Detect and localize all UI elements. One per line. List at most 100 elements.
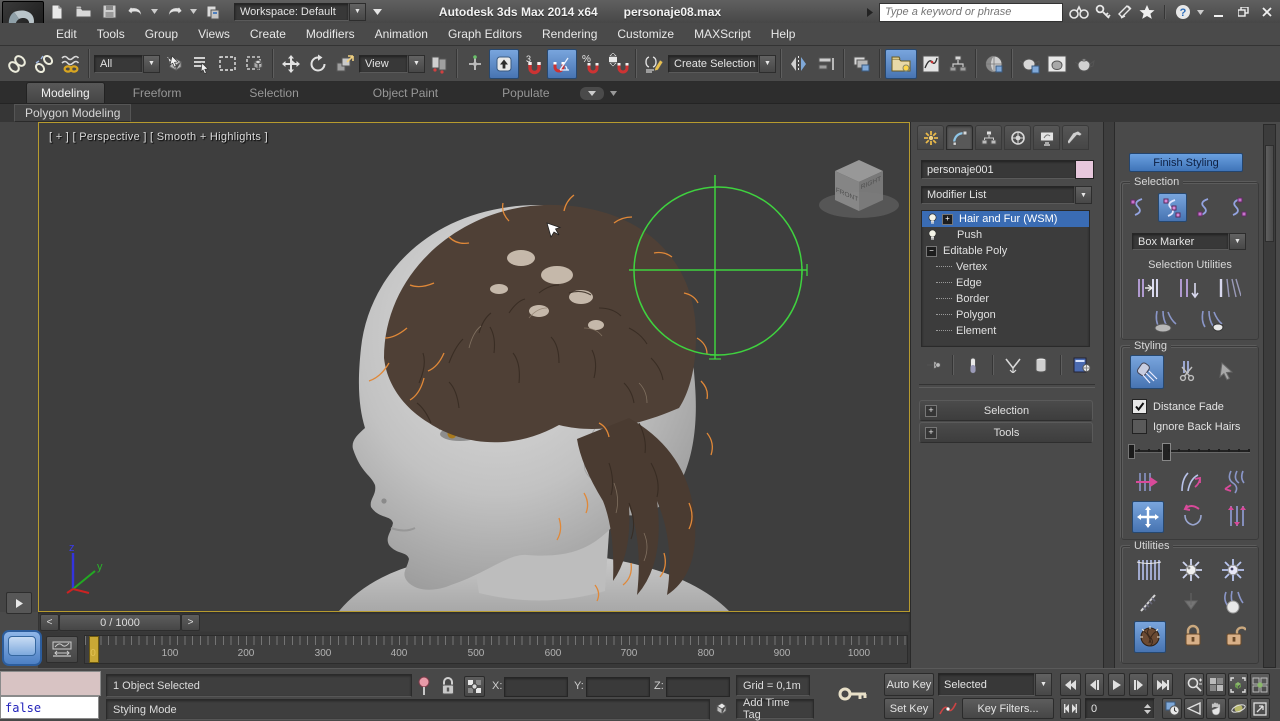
scrollbar-thumb[interactable] bbox=[1265, 145, 1274, 242]
stand-hairs-brush[interactable] bbox=[1176, 467, 1206, 497]
remove-modifier-button[interactable] bbox=[1029, 354, 1053, 376]
x-coordinate-input[interactable] bbox=[504, 677, 568, 697]
reference-coordinate-arrow[interactable]: ▼ bbox=[408, 54, 425, 73]
stack-row-push[interactable]: Push bbox=[922, 227, 1089, 243]
slider-handle[interactable] bbox=[1162, 443, 1171, 461]
snaps-toggle-button[interactable]: 3 bbox=[520, 51, 546, 77]
menu-create[interactable]: Create bbox=[240, 24, 296, 44]
select-and-scale-button[interactable] bbox=[332, 51, 358, 77]
select-styling-button[interactable] bbox=[1212, 355, 1244, 387]
modifier-list-dropdown[interactable]: Modifier List ▼ bbox=[921, 186, 1092, 204]
new-key-settings-icon[interactable] bbox=[938, 700, 958, 718]
regrow-hairs-button[interactable] bbox=[1218, 589, 1248, 615]
rotate-selection-button[interactable] bbox=[1174, 275, 1202, 301]
configure-modifier-sets-button[interactable] bbox=[1069, 354, 1095, 376]
curve-editor-button[interactable] bbox=[918, 51, 944, 77]
unlink-selection-button[interactable] bbox=[31, 51, 57, 77]
select-hair-vertices-button[interactable] bbox=[1158, 193, 1187, 222]
selection-lock-toggle[interactable] bbox=[440, 676, 456, 696]
brush-size-slider[interactable] bbox=[1128, 443, 1250, 461]
z-coordinate-input[interactable] bbox=[666, 677, 730, 697]
render-setup-button[interactable] bbox=[1017, 51, 1043, 77]
orbit-view-button[interactable] bbox=[1228, 698, 1248, 719]
rotate-hairs-brush[interactable] bbox=[1178, 501, 1208, 531]
redo-dropdown-arrow[interactable] bbox=[189, 2, 198, 21]
minimize-button[interactable] bbox=[1210, 4, 1228, 20]
lamp-on-icon[interactable] bbox=[927, 229, 938, 241]
render-production-button[interactable] bbox=[1071, 51, 1097, 77]
stack-row-hair-and-fur[interactable]: + Hair and Fur (WSM) bbox=[922, 211, 1089, 227]
zoom-extents-button[interactable] bbox=[1228, 673, 1248, 696]
hide-selected-button[interactable] bbox=[1150, 307, 1180, 335]
select-and-move-button[interactable] bbox=[278, 51, 304, 77]
menu-edit[interactable]: Edit bbox=[46, 24, 87, 44]
lock-selected-button[interactable] bbox=[1178, 621, 1208, 651]
polygon-modeling-panel-tab[interactable]: Polygon Modeling bbox=[14, 104, 132, 122]
collapse-minus-box[interactable]: − bbox=[926, 245, 937, 257]
search-input[interactable] bbox=[879, 2, 1063, 22]
expand-panel-button[interactable] bbox=[6, 592, 32, 614]
stack-row-vertex[interactable]: Vertex bbox=[922, 259, 1089, 275]
angle-snap-toggle[interactable] bbox=[547, 48, 577, 79]
stack-row-border[interactable]: Border bbox=[922, 291, 1089, 307]
key-filters-button[interactable]: Key Filters... bbox=[962, 698, 1054, 719]
redo-button[interactable] bbox=[163, 2, 185, 21]
marker-mode-dropdown[interactable]: Box Marker ▼ bbox=[1132, 233, 1246, 250]
tab-utilities[interactable] bbox=[1062, 125, 1089, 150]
select-hair-roots-button[interactable] bbox=[1192, 193, 1219, 220]
keyboard-shortcut-override-toggle[interactable] bbox=[489, 48, 519, 79]
absolute-offset-mode-toggle[interactable] bbox=[464, 676, 485, 697]
finish-styling-button[interactable]: Finish Styling bbox=[1129, 153, 1243, 172]
restore-button[interactable] bbox=[1234, 4, 1252, 20]
save-file-button[interactable] bbox=[98, 2, 120, 21]
maxscript-mini-listener-input[interactable] bbox=[0, 671, 101, 696]
tab-hierarchy[interactable] bbox=[975, 125, 1002, 150]
manage-layers-button[interactable] bbox=[849, 51, 875, 77]
select-and-link-button[interactable] bbox=[4, 51, 30, 77]
new-file-button[interactable] bbox=[46, 2, 68, 21]
pop-zero-hairs-button[interactable] bbox=[1176, 557, 1206, 583]
pop-selected-hairs-button[interactable] bbox=[1218, 557, 1248, 583]
select-by-name-button[interactable] bbox=[188, 51, 214, 77]
menu-graph-editors[interactable]: Graph Editors bbox=[438, 24, 532, 44]
ribbon-options-arrow[interactable] bbox=[609, 91, 617, 96]
field-of-view-button[interactable] bbox=[1184, 698, 1204, 719]
show-hidden-button[interactable] bbox=[1196, 307, 1226, 335]
reference-coordinate-dropdown[interactable]: View ▼ bbox=[359, 54, 425, 73]
menu-group[interactable]: Group bbox=[135, 24, 188, 44]
style-hair-brush-button[interactable] bbox=[1130, 355, 1164, 389]
rendered-frame-window-button[interactable] bbox=[1044, 51, 1070, 77]
marker-mode-arrow[interactable]: ▼ bbox=[1229, 233, 1246, 250]
unlock-all-button[interactable] bbox=[1220, 621, 1250, 651]
object-color-swatch[interactable] bbox=[1075, 160, 1094, 179]
edit-named-selection-sets-button[interactable] bbox=[641, 51, 667, 77]
tab-create[interactable] bbox=[917, 125, 944, 150]
stack-row-editable-poly[interactable]: − Editable Poly bbox=[922, 243, 1089, 259]
distance-fade-checkbox[interactable]: Distance Fade bbox=[1132, 399, 1224, 414]
ribbon-tab-selection[interactable]: Selection bbox=[235, 83, 312, 103]
select-and-manipulate-button[interactable] bbox=[462, 51, 488, 77]
time-configuration-button[interactable] bbox=[1162, 698, 1182, 719]
menu-views[interactable]: Views bbox=[188, 24, 240, 44]
ribbon-minimize-button[interactable] bbox=[579, 87, 604, 100]
y-coordinate-input[interactable] bbox=[586, 677, 650, 697]
material-editor-button[interactable] bbox=[981, 51, 1007, 77]
stack-row-element[interactable]: Element bbox=[922, 323, 1089, 339]
scale-hairs-brush[interactable] bbox=[1222, 501, 1252, 531]
mirror-button[interactable] bbox=[786, 51, 812, 77]
window-crossing-toggle-button[interactable] bbox=[242, 51, 268, 77]
menu-rendering[interactable]: Rendering bbox=[532, 24, 607, 44]
render-hairs-toggle[interactable] bbox=[1134, 621, 1166, 653]
translate-hairs-brush[interactable] bbox=[1132, 467, 1162, 497]
go-to-start-button[interactable] bbox=[1060, 673, 1081, 696]
rollout-tools[interactable]: + Tools bbox=[919, 422, 1093, 443]
communication-center-icon[interactable] bbox=[1117, 4, 1133, 20]
rectangular-selection-region-button[interactable] bbox=[215, 51, 241, 77]
schematic-view-button[interactable] bbox=[945, 51, 971, 77]
key-mode-toggle[interactable] bbox=[1060, 698, 1081, 719]
modifier-list-arrow[interactable]: ▼ bbox=[1075, 186, 1092, 204]
maxscript-mini-listener-output[interactable]: false bbox=[0, 696, 99, 719]
menu-customize[interactable]: Customize bbox=[607, 24, 684, 44]
expand-right-icon[interactable] bbox=[867, 7, 873, 17]
object-name-field[interactable]: personaje001 bbox=[921, 160, 1083, 179]
